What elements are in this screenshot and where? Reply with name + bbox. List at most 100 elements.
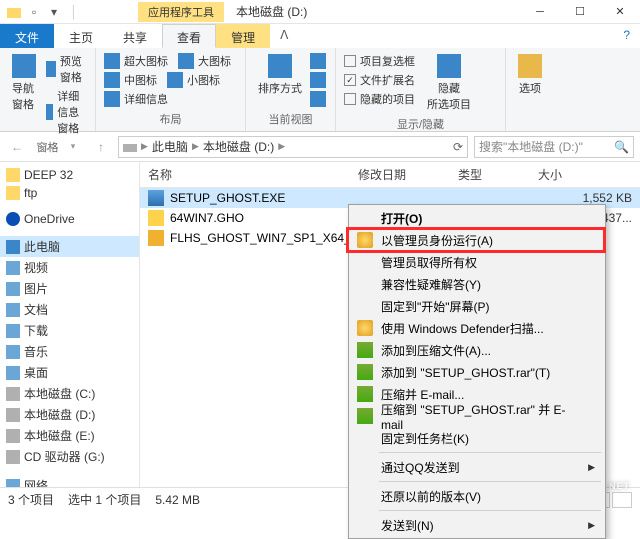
status-count: 3 个项目 [8, 491, 54, 508]
menu-item[interactable]: 以管理员身份运行(A) [351, 229, 603, 251]
col-type[interactable]: 类型 [450, 162, 530, 187]
layout-details[interactable]: 详细信息 [104, 90, 237, 108]
tree-node[interactable]: CD 驱动器 (G:) [0, 446, 139, 467]
checkbox-file-ext[interactable]: ✓文件扩展名 [344, 71, 415, 89]
ribbon-group-current-view: 排序方式 当前视图 [246, 48, 336, 131]
chevron-right-icon[interactable]: ▶ [278, 141, 285, 152]
menu-item[interactable]: 添加到 "SETUP_GHOST.rar"(T) [351, 361, 603, 383]
tree-node[interactable]: 图片 [0, 278, 139, 299]
recent-dropdown[interactable]: ▾ [62, 136, 84, 158]
search-input[interactable]: 搜索"本地磁盘 (D:)" 🔍 [474, 136, 634, 158]
up-button[interactable]: ↑ [90, 136, 112, 158]
crumb-drive[interactable]: 本地磁盘 (D:) [203, 138, 274, 155]
tree-label: 本地磁盘 (C:) [24, 385, 95, 402]
file-icon [148, 230, 164, 246]
layout-extra-large[interactable]: 超大图标 大图标 [104, 52, 237, 70]
drive-icon [6, 408, 20, 422]
hide-items-button[interactable]: 隐藏 所选项目 [423, 52, 475, 114]
thumb-view-icon[interactable] [612, 492, 632, 508]
tab-file[interactable]: 文件 [0, 24, 54, 48]
tree-node[interactable]: 本地磁盘 (D:) [0, 404, 139, 425]
menu-label: 兼容性疑难解答(Y) [381, 276, 481, 293]
menu-label: 以管理员身份运行(A) [381, 232, 493, 249]
tree-node[interactable]: DEEP 32 [0, 166, 139, 184]
nav-pane-label: 导航窗格 [12, 80, 36, 112]
tree-node[interactable]: 网络 [0, 475, 139, 487]
nav-pane-button[interactable]: 导航窗格 [8, 52, 40, 137]
details-pane-button[interactable]: 详细信息窗格 [46, 87, 87, 137]
tree-node[interactable] [0, 202, 139, 210]
tab-view[interactable]: 查看 [162, 24, 216, 48]
col-opt[interactable] [310, 90, 326, 108]
tree-node[interactable]: 本地磁盘 (E:) [0, 425, 139, 446]
layout-icon [167, 72, 183, 88]
tree-label: 桌面 [24, 364, 48, 381]
menu-item[interactable]: 固定到"开始"屏幕(P) [351, 295, 603, 317]
close-button[interactable]: ✕ [600, 0, 640, 24]
layout-icon [104, 91, 120, 107]
tree-node[interactable]: 此电脑 [0, 236, 139, 257]
menu-item[interactable]: 通过QQ发送到▶ [351, 456, 603, 478]
submenu-arrow-icon: ▶ [588, 520, 595, 531]
tree-node[interactable]: ftp [0, 184, 139, 202]
column-headers[interactable]: 名称 修改日期 类型 大小 [140, 162, 640, 188]
checkbox-item-boxes[interactable]: 项目复选框 [344, 52, 415, 70]
tab-manage[interactable]: 管理 [216, 24, 270, 48]
tree-node[interactable] [0, 467, 139, 475]
navigation-tree[interactable]: DEEP 32ftp OneDrive 此电脑视频图片文档下载音乐桌面本地磁盘 (C… [0, 162, 140, 487]
col-opt[interactable] [310, 71, 326, 89]
chevron-right-icon[interactable]: ▶ [141, 141, 148, 152]
menu-item[interactable]: 压缩到 "SETUP_GHOST.rar" 并 E-mail [351, 405, 603, 427]
group-label: 显示/隐藏 [344, 116, 497, 132]
tree-node[interactable] [0, 228, 139, 236]
ribbon-collapse-icon[interactable]: ᐱ [270, 24, 298, 48]
tree-node[interactable]: 音乐 [0, 341, 139, 362]
preview-pane-button[interactable]: 预览窗格 [46, 52, 87, 86]
tree-node[interactable]: 视频 [0, 257, 139, 278]
layout-medium[interactable]: 中图标 小图标 [104, 71, 237, 89]
menu-label: 发送到(N) [381, 517, 434, 534]
tab-home[interactable]: 主页 [54, 24, 108, 48]
tree-node[interactable]: 本地磁盘 (C:) [0, 383, 139, 404]
qat-item[interactable]: ▫ [26, 4, 42, 20]
checkbox-hidden[interactable]: 隐藏的项目 [344, 90, 415, 108]
menu-item[interactable]: 固定到任务栏(K) [351, 427, 603, 449]
col-opt[interactable] [310, 52, 326, 70]
folder-icon [6, 4, 22, 20]
thispc-icon [6, 240, 20, 254]
drive-icon [6, 429, 20, 443]
col-date[interactable]: 修改日期 [350, 162, 450, 187]
crumb-this-pc[interactable]: 此电脑 [152, 138, 188, 155]
maximize-button[interactable]: ☐ [560, 0, 600, 24]
status-size: 5.42 MB [155, 493, 200, 507]
menu-item[interactable]: 兼容性疑难解答(Y) [351, 273, 603, 295]
tree-node[interactable]: 桌面 [0, 362, 139, 383]
generic-icon [6, 261, 20, 275]
options-button[interactable]: 选项 [514, 52, 546, 98]
tree-node[interactable]: 下载 [0, 320, 139, 341]
tree-node[interactable]: 文档 [0, 299, 139, 320]
tree-node[interactable]: OneDrive [0, 210, 139, 228]
minimize-button[interactable]: ─ [520, 0, 560, 24]
back-button[interactable]: ← [6, 136, 28, 158]
qat-dropdown-icon[interactable]: ▾ [46, 4, 62, 20]
shield-icon [357, 232, 373, 248]
menu-item[interactable]: 打开(O) [351, 207, 603, 229]
chevron-right-icon[interactable]: ▶ [192, 141, 199, 152]
sort-button[interactable]: 排序方式 [254, 52, 306, 108]
tab-share[interactable]: 共享 [108, 24, 162, 48]
menu-item[interactable]: 使用 Windows Defender扫描... [351, 317, 603, 339]
checkbox-icon [344, 55, 356, 67]
help-icon[interactable]: ? [613, 24, 640, 48]
menu-item[interactable]: 发送到(N) ▶ [351, 514, 603, 536]
menu-item[interactable]: 添加到压缩文件(A)... [351, 339, 603, 361]
menu-item[interactable]: 还原以前的版本(V) [351, 485, 603, 507]
breadcrumb[interactable]: ▶ 此电脑 ▶ 本地磁盘 (D:) ▶ ⟳ [118, 136, 468, 158]
grid-icon [310, 53, 326, 69]
col-name[interactable]: 名称 [140, 162, 350, 187]
drive-icon [6, 450, 20, 464]
menu-item[interactable]: 管理员取得所有权 [351, 251, 603, 273]
col-size[interactable]: 大小 [530, 162, 590, 187]
address-dropdown-icon[interactable]: ⟳ [453, 140, 463, 154]
forward-button[interactable]: → [34, 136, 56, 158]
